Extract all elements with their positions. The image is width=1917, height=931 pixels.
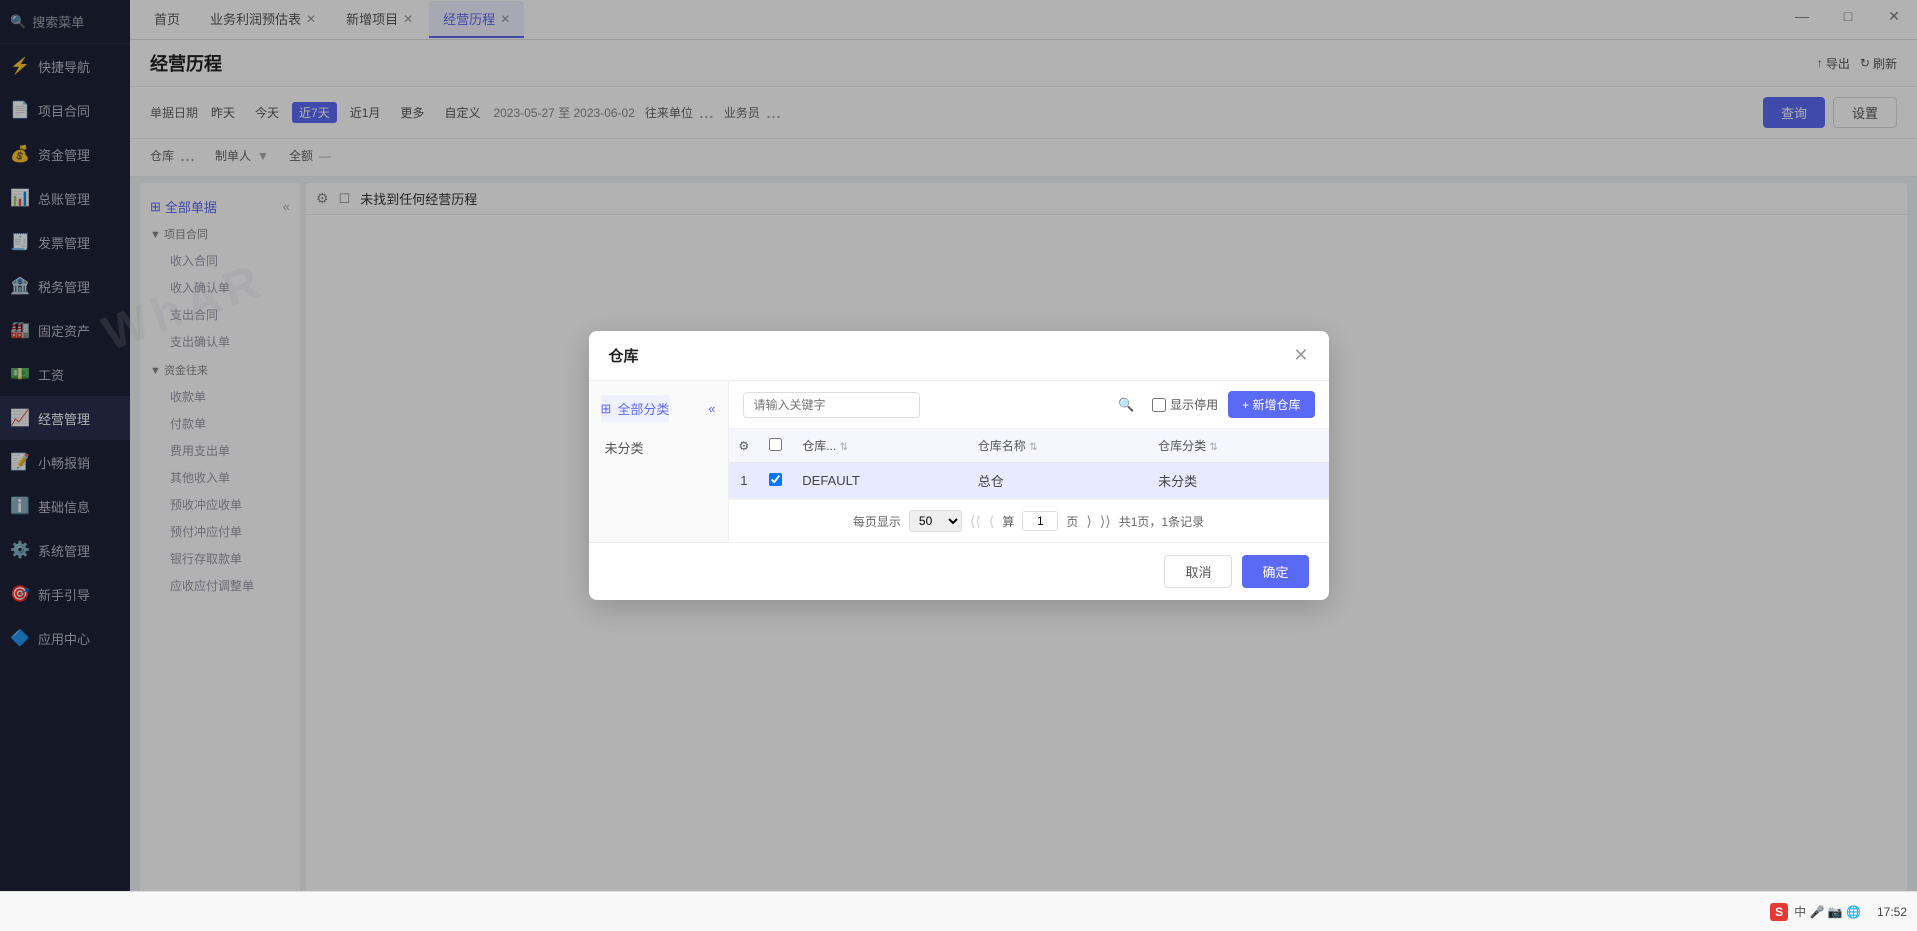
- search-icon: 🔍: [1118, 397, 1134, 413]
- dialog-per-page-label: 每页显示: [853, 513, 901, 530]
- show-disabled-label[interactable]: 显示停用: [1152, 396, 1218, 413]
- dialog-footer: 取消 确定: [589, 542, 1329, 600]
- gear-icon: ⚙: [739, 439, 750, 453]
- grid-icon-dialog: ⊞: [601, 401, 612, 417]
- col-header-warehouse-code[interactable]: 仓库... ⇅: [792, 429, 967, 463]
- dialog-cancel-button[interactable]: 取消: [1164, 555, 1232, 588]
- taskbar: S 中 🎤 📷 🌐 17:52: [0, 891, 1917, 931]
- dialog-pagination: 每页显示 102050100 ⟨⟨ ⟨ 算 页 ⟩ ⟩⟩ 共1页，1条记录: [729, 499, 1329, 542]
- dialog-per-page-select[interactable]: 102050100: [909, 510, 962, 532]
- dialog-overlay: 仓库 ✕ ⊞ 全部分类 « 未分类: [0, 0, 1917, 931]
- dialog-title: 仓库: [609, 345, 639, 366]
- row-checkbox[interactable]: [769, 473, 782, 486]
- row-warehouse-category: 未分类: [1148, 463, 1328, 499]
- row-check[interactable]: [759, 463, 792, 499]
- dialog-toolbar: 🔍 显示停用 + 新增仓库: [729, 381, 1329, 429]
- minimize-button[interactable]: —: [1779, 0, 1825, 32]
- sort-arrows-name: ⇅: [1029, 442, 1037, 453]
- window-controls: — □ ✕: [1779, 0, 1917, 32]
- dialog-close-button[interactable]: ✕: [1293, 345, 1308, 366]
- taskbar-icons: 中 🎤 📷 🌐: [1794, 903, 1861, 920]
- dialog-total-label: 共1页，1条记录: [1119, 513, 1204, 530]
- dialog-right-panel: 🔍 显示停用 + 新增仓库 ⚙: [729, 381, 1329, 542]
- row-gear: 1: [729, 463, 760, 499]
- warehouse-dialog: 仓库 ✕ ⊞ 全部分类 « 未分类: [589, 331, 1329, 600]
- close-button[interactable]: ✕: [1871, 0, 1917, 32]
- taskbar-time: 17:52: [1877, 905, 1907, 919]
- dialog-page-number-input[interactable]: [1022, 511, 1058, 531]
- table-row[interactable]: 1 DEFAULT 总仓 未分类: [729, 463, 1329, 499]
- col-header-warehouse-category[interactable]: 仓库分类 ⇅: [1148, 429, 1328, 463]
- dialog-next-page-button[interactable]: ⟩: [1086, 513, 1091, 530]
- taskbar-s-icon: S: [1770, 903, 1788, 921]
- dialog-prev-page-button[interactable]: ⟨: [989, 513, 994, 530]
- dialog-body: ⊞ 全部分类 « 未分类 🔍: [589, 381, 1329, 542]
- select-all-checkbox-dialog[interactable]: [769, 438, 782, 451]
- dialog-header: 仓库 ✕: [589, 331, 1329, 381]
- dialog-page-label: 页: [1066, 513, 1078, 530]
- row-warehouse-name: 总仓: [968, 463, 1148, 499]
- col-header-gear[interactable]: ⚙: [729, 429, 760, 463]
- row-warehouse-code: DEFAULT: [792, 463, 967, 499]
- maximize-button[interactable]: □: [1825, 0, 1871, 32]
- dialog-all-category[interactable]: ⊞ 全部分类: [601, 395, 670, 422]
- dialog-page-jump-label: 算: [1002, 513, 1014, 530]
- dialog-first-page-button[interactable]: ⟨⟨: [970, 513, 981, 530]
- add-warehouse-button[interactable]: + 新增仓库: [1228, 391, 1314, 418]
- col-header-check[interactable]: [759, 429, 792, 463]
- dialog-left-collapse[interactable]: «: [708, 401, 715, 416]
- dialog-search-input[interactable]: [743, 392, 920, 418]
- dialog-table: ⚙ 仓库... ⇅ 仓库名称: [729, 429, 1329, 499]
- dialog-uncategorized[interactable]: 未分类: [589, 430, 728, 465]
- show-disabled-checkbox[interactable]: [1152, 398, 1166, 412]
- row-gear-icon: 1: [740, 473, 747, 488]
- dialog-confirm-button[interactable]: 确定: [1242, 555, 1308, 588]
- dialog-last-page-button[interactable]: ⟩⟩: [1100, 513, 1111, 530]
- col-header-warehouse-name[interactable]: 仓库名称 ⇅: [968, 429, 1148, 463]
- sort-arrows-code: ⇅: [840, 442, 848, 453]
- dialog-left-panel: ⊞ 全部分类 « 未分类: [589, 381, 729, 542]
- sort-arrows-category: ⇅: [1209, 442, 1217, 453]
